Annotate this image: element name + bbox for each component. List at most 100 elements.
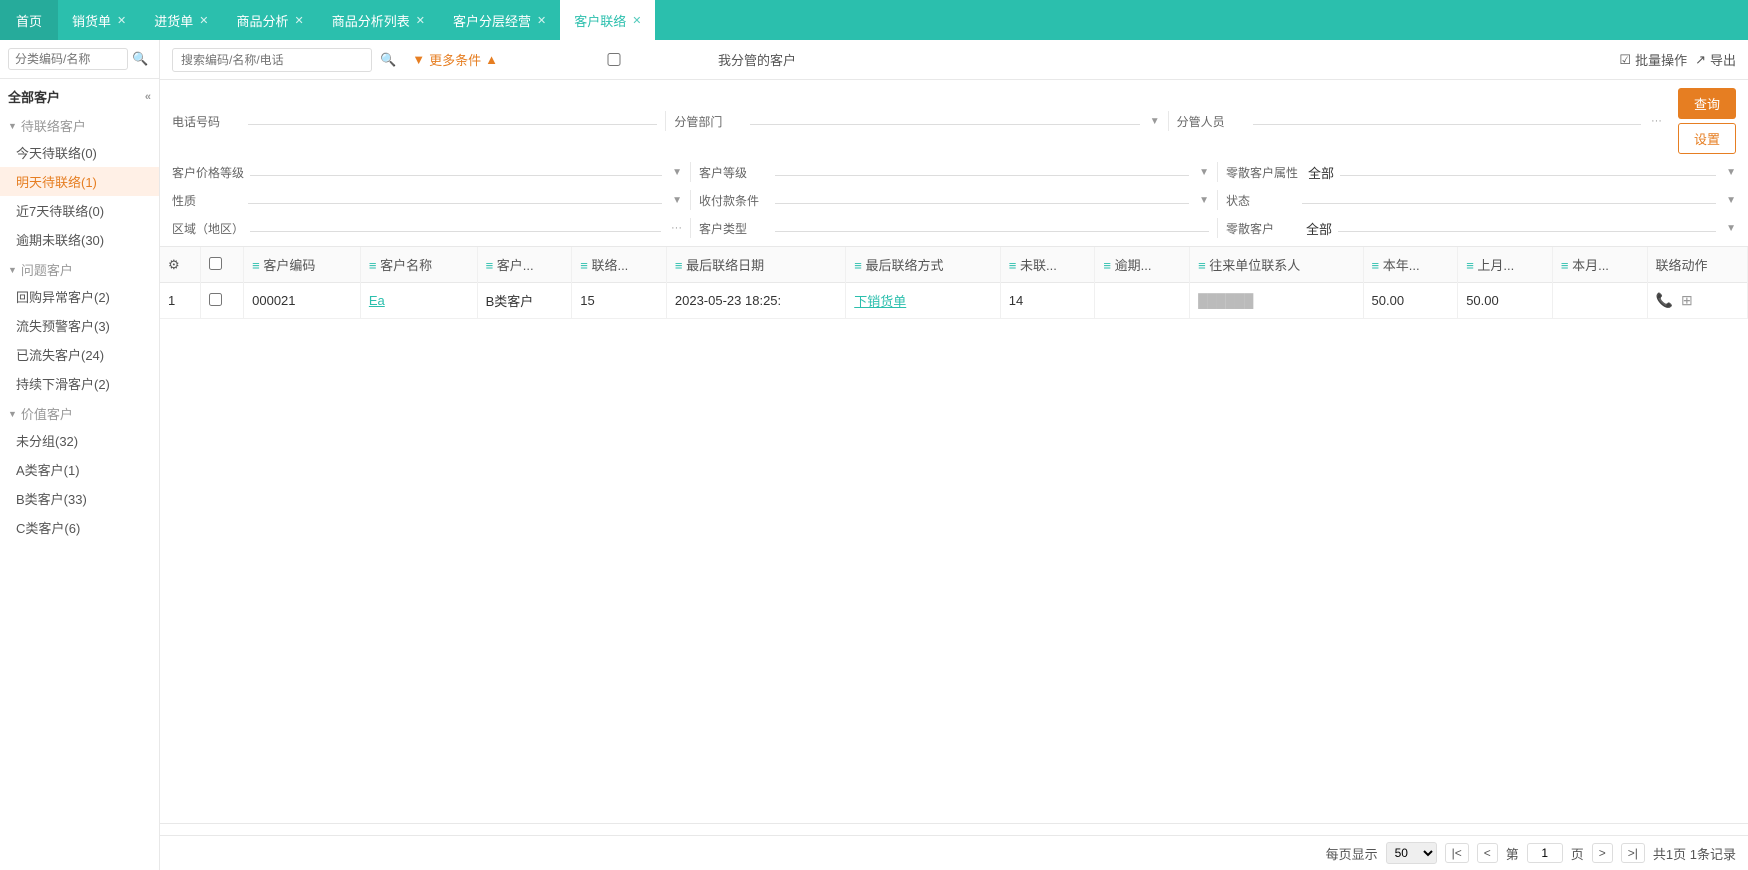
sort-icon: ≡ (369, 258, 377, 273)
close-icon[interactable]: ✕ (537, 14, 546, 27)
retail-customer-field: 零散客户 全部 ▼ (1226, 219, 1736, 238)
nav-home[interactable]: 首页 (0, 0, 58, 40)
th-checkbox[interactable] (200, 247, 244, 283)
page-size-label: 每页显示 (1326, 844, 1378, 863)
sort-icon: ≡ (854, 258, 862, 273)
sidebar-item-7days-contact[interactable]: 近7天待联络(0) (0, 196, 159, 225)
td-checkbox[interactable] (200, 283, 244, 319)
sort-icon: ≡ (1372, 258, 1380, 273)
checkbox-icon: ☑ (1619, 52, 1631, 68)
td-last-method[interactable]: 下销货单 (846, 283, 1001, 319)
batch-operations-btn[interactable]: ☑ 批量操作 (1619, 50, 1687, 69)
more-conditions-btn[interactable]: ▼ 更多条件 ▲ (404, 46, 506, 73)
td-overdue (1095, 283, 1190, 319)
td-last-date: 2023-05-23 18:25: (666, 283, 845, 319)
sidebar-item-churn-warning[interactable]: 流失预警客户(3) (0, 311, 159, 340)
my-customers-check[interactable] (514, 53, 714, 66)
nature-field: 性质 ▼ (172, 192, 682, 209)
price-level-field: 客户价格等级 ▼ (172, 164, 682, 181)
td-this-month (1552, 283, 1647, 319)
payment-label: 收付款条件 (699, 192, 769, 209)
region-field: 区域（地区） ··· (172, 220, 682, 237)
retail-attr-select[interactable] (1340, 169, 1716, 176)
settings-icon[interactable]: ⚙ (168, 257, 180, 272)
status-select[interactable] (1302, 197, 1716, 204)
export-btn[interactable]: ↗ 导出 (1695, 50, 1736, 69)
last-page-btn[interactable]: >| (1621, 843, 1645, 863)
sidebar-item-class-c[interactable]: C类客户(6) (0, 513, 159, 542)
customer-level-select[interactable] (775, 169, 1189, 176)
phone-action-icon[interactable]: 📞 (1656, 292, 1673, 309)
price-level-label: 客户价格等级 (172, 164, 244, 181)
settings-btn[interactable]: 设置 (1678, 123, 1736, 154)
sidebar-item-tomorrow-contact[interactable]: 明天待联络(1) (0, 167, 159, 196)
nav-customer-contact[interactable]: 客户联络 ✕ (560, 0, 655, 40)
payment-select[interactable] (775, 197, 1189, 204)
close-icon[interactable]: ✕ (416, 14, 425, 27)
table-row: 1 000021 Ea B类客户 15 2023-05-23 18:25: 下销… (160, 283, 1748, 319)
top-nav: 首页 销货单 ✕ 进货单 ✕ 商品分析 ✕ 商品分析列表 ✕ 客户分层经营 ✕ … (0, 0, 1748, 40)
nav-product-analysis-list[interactable]: 商品分析列表 ✕ (318, 0, 439, 40)
page-size-select[interactable]: 50 100 200 (1386, 842, 1437, 864)
current-page-input[interactable] (1527, 843, 1563, 863)
sidebar-item-overdue-contact[interactable]: 逾期未联络(30) (0, 225, 159, 254)
customer-type-select[interactable] (775, 225, 1209, 232)
td-type: B类客户 (477, 283, 572, 319)
price-level-select[interactable] (250, 169, 662, 176)
customer-type-label: 客户类型 (699, 220, 769, 237)
sidebar-item-today-contact[interactable]: 今天待联络(0) (0, 138, 159, 167)
customer-name-link[interactable]: Ea (369, 293, 385, 308)
my-customers-checkbox[interactable]: 我分管的客户 (514, 50, 796, 69)
status-label: 状态 (1226, 192, 1296, 209)
td-name[interactable]: Ea (360, 283, 477, 319)
nature-select[interactable] (248, 197, 662, 204)
nav-customer-layer[interactable]: 客户分层经营 ✕ (439, 0, 560, 40)
select-all-checkbox[interactable] (209, 257, 222, 270)
chevron-down-icon: ▼ (672, 195, 682, 206)
search-input[interactable] (172, 48, 372, 72)
search-icon[interactable]: 🔍 (132, 51, 148, 67)
person-select[interactable] (1253, 118, 1641, 125)
phone-select[interactable] (248, 118, 657, 125)
sort-icon: ≡ (486, 258, 494, 273)
td-no: 1 (160, 283, 200, 319)
retail-customer-select[interactable] (1338, 225, 1716, 232)
dept-select[interactable] (750, 118, 1139, 125)
sidebar-search-input[interactable] (8, 48, 128, 70)
grid-action-icon[interactable]: ⊞ (1681, 292, 1693, 309)
nav-product-analysis[interactable]: 商品分析 ✕ (222, 0, 317, 40)
sidebar-item-ungrouped[interactable]: 未分组(32) (0, 426, 159, 455)
th-actions: 联络动作 (1647, 247, 1747, 283)
sidebar-item-class-a[interactable]: A类客户(1) (0, 455, 159, 484)
content-area: 🔍 ▼ 更多条件 ▲ 我分管的客户 ☑ 批量操作 ↗ 导出 (160, 40, 1748, 870)
nav-sales[interactable]: 销货单 ✕ (58, 0, 140, 40)
sidebar-item-class-b[interactable]: B类客户(33) (0, 484, 159, 513)
sidebar-item-declining[interactable]: 持续下滑客户(2) (0, 369, 159, 398)
dept-field: 分管部门 ▼ (674, 113, 1159, 130)
close-icon[interactable]: ✕ (632, 14, 641, 27)
last-method-link[interactable]: 下销货单 (854, 294, 906, 309)
sidebar-item-churned[interactable]: 已流失客户(24) (0, 340, 159, 369)
filter-row-1: 电话号码 分管部门 ▼ 分管人员 ··· 查询 设置 (172, 88, 1736, 154)
next-page-btn[interactable]: > (1592, 843, 1613, 863)
sort-icon: ≡ (675, 258, 683, 273)
horizontal-scrollbar[interactable] (160, 823, 1748, 835)
th-last-month: ≡ 上月... (1458, 247, 1553, 283)
query-btn[interactable]: 查询 (1678, 88, 1736, 119)
region-select[interactable] (250, 225, 661, 232)
row-checkbox[interactable] (209, 293, 222, 306)
close-icon[interactable]: ✕ (117, 14, 126, 27)
customer-level-label: 客户等级 (699, 164, 769, 181)
all-customers-header[interactable]: 全部客户 « (0, 79, 159, 110)
th-no-contact: ≡ 未联... (1000, 247, 1095, 283)
search-icon[interactable]: 🔍 (380, 52, 396, 68)
main-layout: 🔍 全部客户 « 待联络客户 今天待联络(0) 明天待联络(1) 近7天待联络(… (0, 40, 1748, 870)
prev-page-btn[interactable]: < (1477, 843, 1498, 863)
first-page-btn[interactable]: |< (1445, 843, 1469, 863)
nav-purchase[interactable]: 进货单 ✕ (140, 0, 222, 40)
close-icon[interactable]: ✕ (199, 14, 208, 27)
th-settings[interactable]: ⚙ (160, 247, 200, 283)
close-icon[interactable]: ✕ (295, 14, 304, 27)
td-this-year: 50.00 (1363, 283, 1458, 319)
sidebar-item-repurchase-abnormal[interactable]: 回购异常客户(2) (0, 282, 159, 311)
